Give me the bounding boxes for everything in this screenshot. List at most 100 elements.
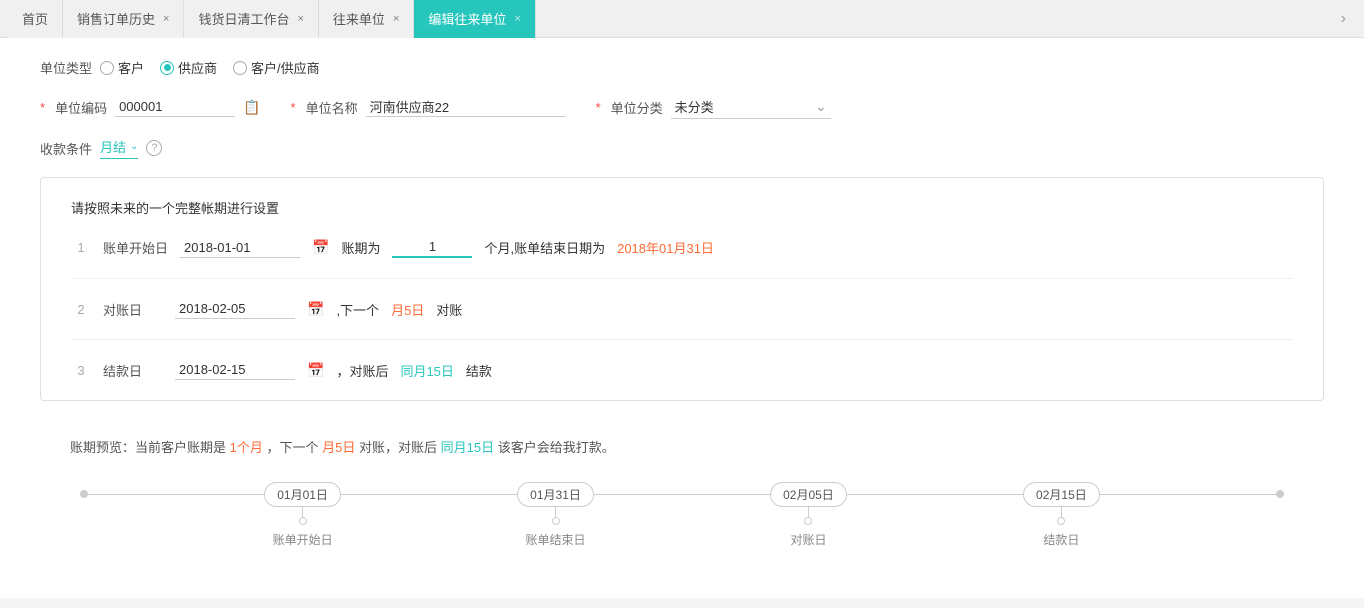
step-1-num: 1: [71, 240, 91, 255]
timeline-section: 01月01日 账单开始日 01月31日 账单结束日 02月05日: [40, 472, 1324, 568]
timeline-start: [80, 482, 88, 548]
radio-both-circle: [233, 61, 247, 75]
start-date-input[interactable]: [180, 238, 300, 258]
timeline-point-3: 02月05日 对账日: [770, 482, 847, 548]
timeline-dot-4: [1057, 517, 1065, 525]
preview-part3: 同月15日: [441, 440, 494, 455]
unit-code-star: *: [40, 100, 45, 115]
preview-section: 账期预览：当前客户账期是 1个月 ，下一个 月5日 对账，对账后 同月15日 该…: [40, 421, 1324, 472]
timeline-end: [1276, 482, 1284, 548]
reconcile-date-input[interactable]: [175, 299, 295, 319]
step-1-label: 账单开始日: [103, 238, 168, 257]
payment-date-calendar-icon[interactable]: 📅: [307, 362, 324, 379]
payment-terms-label: 收款条件: [40, 139, 92, 158]
unit-type-row: 单位类型 客户 供应商 客户/供应商: [40, 58, 1324, 77]
unit-category-value: 未分类: [675, 97, 811, 116]
radio-group: 客户 供应商 客户/供应商: [100, 58, 320, 77]
radio-customer-label: 客户: [118, 58, 144, 77]
page-content: 单位类型 客户 供应商 客户/供应商 * 单位编码: [0, 38, 1364, 598]
unit-code-input[interactable]: [115, 97, 235, 117]
timeline-tag-3: 02月05日: [770, 482, 847, 507]
timeline-connector-3: [808, 507, 809, 517]
tab-sales-history-label: 销售订单历史: [77, 9, 155, 28]
timeline-tag-2: 01月31日: [517, 482, 594, 507]
timeline-label-4: 结款日: [1043, 531, 1079, 548]
timeline-end-dot: [1276, 490, 1284, 498]
help-icon[interactable]: ?: [146, 140, 162, 156]
step-2-num: 2: [71, 302, 91, 317]
payment-date-input[interactable]: [175, 360, 295, 380]
unit-code-calendar-icon[interactable]: 📋: [243, 99, 260, 116]
tab-home[interactable]: 首页: [8, 0, 63, 38]
settings-title: 请按照未来的一个完整帐期进行设置: [71, 198, 1293, 217]
reconcile-date-calendar-icon[interactable]: 📅: [307, 301, 324, 318]
tab-expand-btn[interactable]: ›: [1331, 10, 1356, 28]
tabs-bar: 首页 销售订单历史 × 钱货日清工作台 × 往来单位 × 编辑往来单位 × ›: [0, 0, 1364, 38]
unit-type-group: 单位类型 客户 供应商 客户/供应商: [40, 58, 320, 77]
payment-terms-value: 月结: [100, 137, 126, 156]
unit-category-label: 单位分类: [611, 98, 663, 117]
radio-supplier-circle: [160, 61, 174, 75]
step-3-label: 结款日: [103, 361, 163, 380]
timeline-label-3: 对账日: [790, 531, 826, 548]
timeline-start-dot: [80, 490, 88, 498]
start-date-calendar-icon[interactable]: 📅: [312, 239, 329, 256]
tab-sales-history-close[interactable]: ×: [163, 13, 169, 25]
timeline-dot-1: [299, 517, 307, 525]
unit-code-label: 单位编码: [55, 98, 107, 117]
timeline-label-2: 账单结束日: [526, 531, 586, 548]
radio-both[interactable]: 客户/供应商: [233, 58, 320, 77]
timeline-connector-4: [1061, 507, 1062, 517]
payment-suffix-highlight: 同月15日: [400, 361, 453, 380]
radio-both-label: 客户/供应商: [251, 58, 320, 77]
timeline-connector-1: [302, 507, 303, 517]
preview-prefix: 账期预览：当前客户账期是: [70, 440, 226, 455]
reconcile-suffix-text: 对账: [436, 300, 462, 319]
radio-supplier-label: 供应商: [178, 58, 217, 77]
tab-edit-partner-label: 编辑往来单位: [428, 9, 506, 28]
unit-name-star: *: [291, 100, 296, 115]
tab-cash-daily-label: 钱货日清工作台: [198, 9, 289, 28]
tab-cash-daily[interactable]: 钱货日清工作台 ×: [184, 0, 318, 38]
period-label: 账期为: [341, 238, 380, 257]
payment-terms-group: 收款条件 月结 ⌄ ?: [40, 137, 162, 159]
reconcile-suffix-prefix: ,下一个: [336, 300, 379, 319]
tab-edit-partner[interactable]: 编辑往来单位 ×: [414, 0, 535, 38]
step-2-label: 对账日: [103, 300, 163, 319]
unit-category-arrow-icon: ⌄: [815, 98, 827, 115]
payment-terms-dropdown[interactable]: 月结 ⌄: [100, 137, 138, 159]
payment-terms-row: 收款条件 月结 ⌄ ?: [40, 137, 1324, 159]
step-3-num: 3: [71, 363, 91, 378]
period-end-date: 2018年01月31日: [617, 238, 714, 257]
radio-customer-circle: [100, 61, 114, 75]
timeline-connector-2: [555, 507, 556, 517]
unit-info-row: * 单位编码 📋 * 单位名称 * 单位分类 未分类 ⌄: [40, 95, 1324, 119]
radio-supplier[interactable]: 供应商: [160, 58, 217, 77]
timeline-dot-3: [804, 517, 812, 525]
preview-part2: 月5日: [322, 440, 355, 455]
preview-suffix: 该客户会给我打款。: [498, 440, 615, 455]
period-value-input[interactable]: [392, 237, 472, 258]
tab-sales-history[interactable]: 销售订单历史 ×: [63, 0, 184, 38]
timeline-point-2: 01月31日 账单结束日: [517, 482, 594, 548]
reconcile-suffix-highlight: 月5日: [391, 300, 424, 319]
timeline-tag-4: 02月15日: [1023, 482, 1100, 507]
tab-home-label: 首页: [22, 9, 48, 28]
unit-category-dropdown[interactable]: 未分类 ⌄: [671, 95, 831, 119]
tab-partner-unit-label: 往来单位: [333, 9, 385, 28]
tab-partner-unit-close[interactable]: ×: [393, 13, 399, 25]
tab-edit-partner-close[interactable]: ×: [514, 13, 520, 25]
tab-cash-daily-close[interactable]: ×: [297, 13, 303, 25]
settings-row-1: 1 账单开始日 📅 账期为 个月,账单结束日期为 2018年01月31日: [71, 237, 1293, 279]
payment-suffix-text: 结款: [466, 361, 492, 380]
unit-category-star: *: [596, 100, 601, 115]
tab-partner-unit[interactable]: 往来单位 ×: [319, 0, 414, 38]
radio-customer[interactable]: 客户: [100, 58, 144, 77]
unit-category-group: * 单位分类 未分类 ⌄: [596, 95, 831, 119]
payment-terms-arrow-icon: ⌄: [130, 141, 138, 152]
preview-sep1: ，下一个: [267, 440, 319, 455]
unit-name-input[interactable]: [366, 97, 566, 117]
unit-code-group: * 单位编码 📋: [40, 97, 261, 117]
timeline-point-1: 01月01日 账单开始日: [264, 482, 341, 548]
timeline-points: 01月01日 账单开始日 01月31日 账单结束日 02月05日: [80, 482, 1284, 548]
